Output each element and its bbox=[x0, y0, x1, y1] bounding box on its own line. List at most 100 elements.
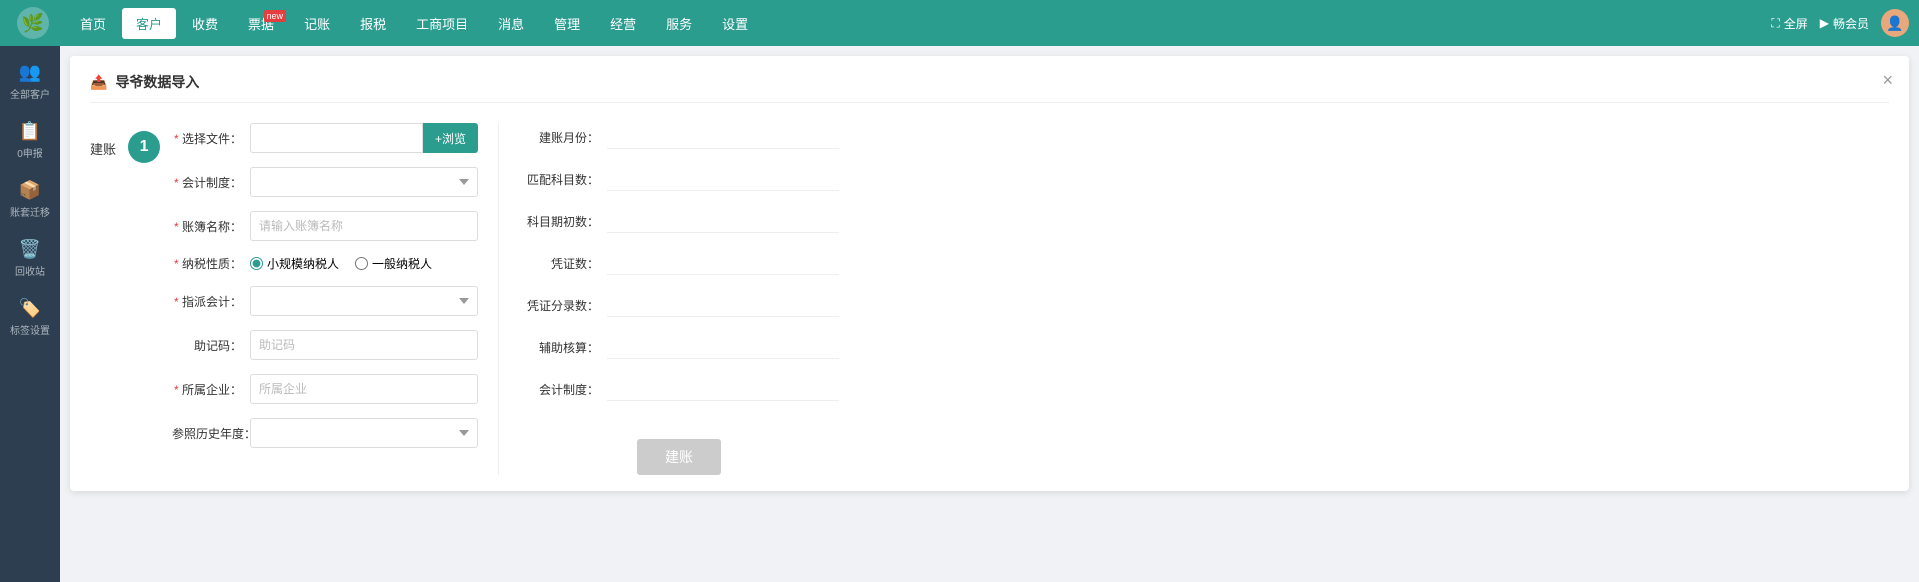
content-area: 📤 导爷数据导入 × 建账 1 选择文件： +浏 bbox=[60, 46, 1919, 582]
nav-settings[interactable]: 设置 bbox=[708, 8, 762, 39]
trash-icon: 🗑️ bbox=[19, 239, 41, 260]
file-row: 选择文件： +浏览 bbox=[172, 123, 478, 153]
nav-tax[interactable]: 报税 bbox=[346, 8, 400, 39]
nav-message[interactable]: 消息 bbox=[484, 8, 538, 39]
voucher-pages-value bbox=[607, 293, 839, 317]
ledger-row: 账簿名称： bbox=[172, 211, 478, 241]
sidebar-item-declaration[interactable]: 📋 0申报 bbox=[0, 113, 60, 168]
fullscreen-label: 全屏 bbox=[1784, 15, 1808, 32]
document-icon: 📋 bbox=[19, 121, 41, 142]
file-input[interactable] bbox=[250, 123, 423, 153]
people-icon: 👥 bbox=[19, 62, 41, 83]
close-button[interactable]: × bbox=[1882, 70, 1893, 91]
top-nav: 🌿 首页 客户 收费 票据 new 记账 报税 工商项目 消息 管理 经营 服务… bbox=[0, 0, 1919, 46]
sidebar-item-all-clients[interactable]: 👥 全部客户 bbox=[0, 54, 60, 109]
tag-icon: 🏷️ bbox=[19, 298, 41, 319]
import-icon: 📤 bbox=[90, 74, 107, 91]
member-btn[interactable]: ▶ 畅会员 bbox=[1820, 15, 1869, 32]
tax-small-radio[interactable] bbox=[250, 257, 263, 270]
nav-business[interactable]: 工商项目 bbox=[402, 8, 482, 39]
period-init-row: 科目期初数： bbox=[519, 207, 839, 235]
nav-operation[interactable]: 经营 bbox=[596, 8, 650, 39]
right-bottom: 建账 bbox=[519, 429, 839, 475]
tax-radio-group: 小规模纳税人 一般纳税人 bbox=[250, 255, 478, 272]
sidebar-label-declaration: 0申报 bbox=[17, 145, 43, 160]
aux-row: 辅助核算： bbox=[519, 333, 839, 361]
history-select[interactable] bbox=[250, 418, 478, 448]
step-badge: 1 bbox=[128, 131, 160, 163]
nav-service[interactable]: 服务 bbox=[652, 8, 706, 39]
right-top: 建账月份： 匹配科目数： 科目期初数： 凭证数： bbox=[519, 123, 839, 403]
tax-small-label[interactable]: 小规模纳税人 bbox=[250, 255, 339, 272]
history-row: 参照历史年度： bbox=[172, 418, 478, 448]
logo-area: 🌿 bbox=[10, 0, 56, 46]
match-value bbox=[607, 167, 839, 191]
month-value bbox=[607, 125, 839, 149]
aux-label: 辅助核算： bbox=[519, 339, 599, 356]
nav-fee[interactable]: 收费 bbox=[178, 8, 232, 39]
ledger-label: 账簿名称： bbox=[172, 218, 242, 235]
sidebar-label-migration: 账套迁移 bbox=[10, 204, 50, 219]
tax-general-label[interactable]: 一般纳税人 bbox=[355, 255, 432, 272]
browse-button[interactable]: +浏览 bbox=[423, 123, 478, 153]
file-label: 选择文件： bbox=[172, 130, 242, 147]
company-row: 所属企业： bbox=[172, 374, 478, 404]
fullscreen-icon: ⛶ bbox=[1771, 16, 1779, 31]
accounting-system-label: 会计制度： bbox=[519, 381, 599, 398]
build-button[interactable]: 建账 bbox=[637, 439, 721, 475]
nav-invoice[interactable]: 票据 new bbox=[234, 8, 288, 39]
memo-row: 助记码： bbox=[172, 330, 478, 360]
aux-value bbox=[607, 335, 839, 359]
nav-right: ⛶ 全屏 ▶ 畅会员 👤 bbox=[1771, 9, 1909, 37]
tax-label: 纳税性质： bbox=[172, 255, 242, 272]
nav-items: 首页 客户 收费 票据 new 记账 报税 工商项目 消息 管理 经营 服务 设… bbox=[66, 8, 1771, 39]
sidebar-label-trash: 回收站 bbox=[15, 263, 45, 278]
main-layout: 👥 全部客户 📋 0申报 📦 账套迁移 🗑️ 回收站 🏷️ 标签设置 📤 导爷数… bbox=[0, 46, 1919, 582]
tax-general-text: 一般纳税人 bbox=[372, 255, 432, 272]
voucher-row: 凭证数： bbox=[519, 249, 839, 277]
accounting-select[interactable] bbox=[250, 167, 478, 197]
nav-client[interactable]: 客户 bbox=[122, 8, 176, 39]
nav-badge-new: new bbox=[264, 10, 287, 22]
file-input-group: +浏览 bbox=[250, 123, 478, 153]
match-row: 匹配科目数： bbox=[519, 165, 839, 193]
tax-row: 纳税性质： 小规模纳税人 一般纳税人 bbox=[172, 255, 478, 272]
period-init-value bbox=[607, 209, 839, 233]
panel-header: 📤 导爷数据导入 bbox=[90, 72, 1889, 103]
history-label: 参照历史年度： bbox=[172, 425, 242, 442]
accounting-label: 会计制度： bbox=[172, 174, 242, 191]
accounting-row: 会计制度： bbox=[172, 167, 478, 197]
accountant-label: 指派会计： bbox=[172, 293, 242, 310]
period-init-label: 科目期初数： bbox=[519, 213, 599, 230]
company-label: 所属企业： bbox=[172, 381, 242, 398]
company-input[interactable] bbox=[250, 374, 478, 404]
nav-bookkeeping[interactable]: 记账 bbox=[290, 8, 344, 39]
memo-input[interactable] bbox=[250, 330, 478, 360]
voucher-pages-label: 凭证分录数： bbox=[519, 297, 599, 314]
box-icon: 📦 bbox=[19, 180, 41, 201]
import-panel: 📤 导爷数据导入 × 建账 1 选择文件： +浏 bbox=[70, 56, 1909, 491]
voucher-value bbox=[607, 251, 839, 275]
ledger-input[interactable] bbox=[250, 211, 478, 241]
avatar[interactable]: 👤 bbox=[1881, 9, 1909, 37]
play-icon: ▶ bbox=[1820, 16, 1829, 30]
sidebar-item-tags[interactable]: 🏷️ 标签设置 bbox=[0, 290, 60, 345]
accountant-select[interactable] bbox=[250, 286, 478, 316]
sidebar-item-migration[interactable]: 📦 账套迁移 bbox=[0, 172, 60, 227]
form-right: 建账月份： 匹配科目数： 科目期初数： 凭证数： bbox=[519, 123, 839, 475]
voucher-pages-row: 凭证分录数： bbox=[519, 291, 839, 319]
fullscreen-btn[interactable]: ⛶ 全屏 bbox=[1771, 15, 1807, 32]
voucher-label: 凭证数： bbox=[519, 255, 599, 272]
sidebar-item-trash[interactable]: 🗑️ 回收站 bbox=[0, 231, 60, 286]
form-main: 建账 1 选择文件： +浏览 会计制度： bbox=[90, 123, 1889, 475]
accounting-system-value bbox=[607, 377, 839, 401]
tax-general-radio[interactable] bbox=[355, 257, 368, 270]
sidebar-label-all-clients: 全部客户 bbox=[10, 86, 50, 101]
member-label: 畅会员 bbox=[1833, 15, 1869, 32]
nav-home[interactable]: 首页 bbox=[66, 8, 120, 39]
nav-manage[interactable]: 管理 bbox=[540, 8, 594, 39]
form-fields: 选择文件： +浏览 会计制度： bbox=[172, 123, 478, 462]
accounting-system-row: 会计制度： bbox=[519, 375, 839, 403]
form-divider bbox=[498, 123, 499, 475]
sidebar-label-tags: 标签设置 bbox=[10, 322, 50, 337]
